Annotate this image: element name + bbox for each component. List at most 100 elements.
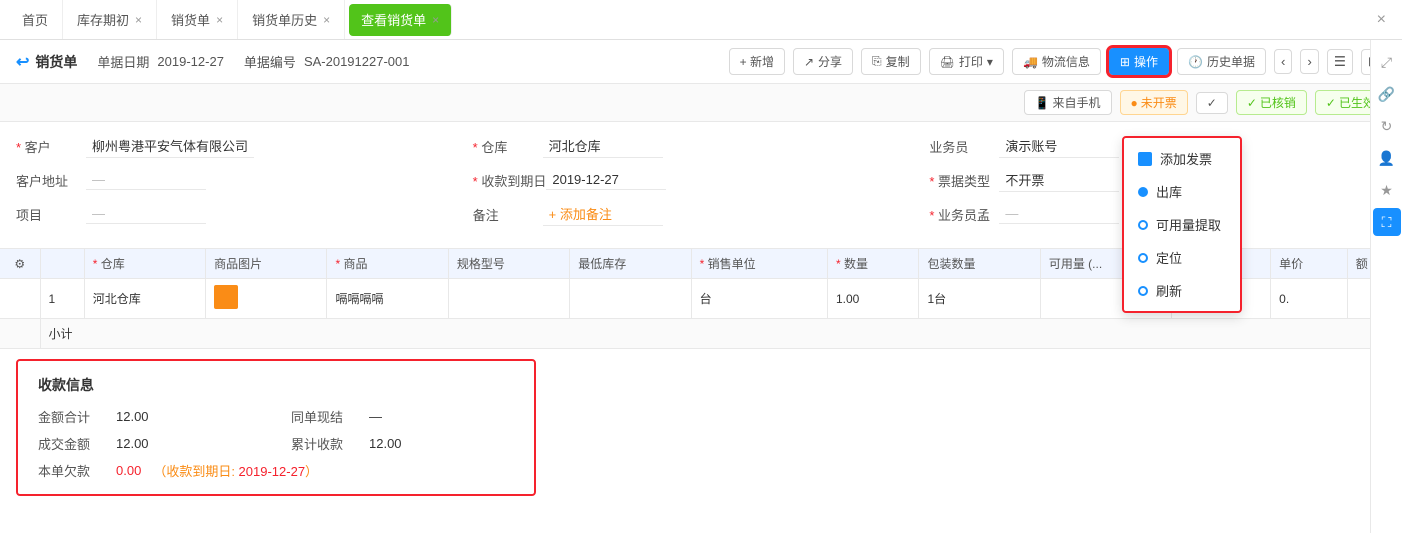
col-min-stock: 最低库存 bbox=[570, 249, 691, 279]
main-area: ↩ 销货单 单据日期 2019-12-27 单据编号 SA-20191227-0… bbox=[0, 40, 1402, 533]
phone-icon: 📱 bbox=[1035, 96, 1050, 110]
outbound-icon bbox=[1138, 187, 1148, 197]
dropdown-add-invoice[interactable]: 添加发票 bbox=[1124, 142, 1240, 175]
plus-icon: + bbox=[549, 207, 557, 222]
print-button[interactable]: 🖨 打印 ▾ bbox=[929, 48, 1004, 75]
outbound-label: 出库 bbox=[1156, 182, 1182, 201]
note-add-button[interactable]: + 添加备注 bbox=[543, 202, 663, 226]
sidebar-fullscreen-icon[interactable]: ⛶ bbox=[1373, 208, 1401, 236]
invoice-label: 票据类型 bbox=[929, 171, 999, 190]
row-num: 1 bbox=[40, 279, 84, 319]
payment-grid: 金额合计 12.00 同单现结 — 成交金额 12.00 累计收款 12.00 … bbox=[38, 407, 514, 480]
confirm-button[interactable]: ✓ bbox=[1196, 92, 1228, 114]
tab-view-sales-label: 查看销货单 bbox=[361, 10, 426, 29]
warehouse-field: 仓库 河北仓库 bbox=[473, 134, 930, 158]
tab-inventory-init[interactable]: 库存期初 × bbox=[63, 0, 157, 39]
warehouse-value: 河北仓库 bbox=[543, 134, 663, 158]
tab-bar: 首页 库存期初 × 销货单 × 销货单历史 × 查看销货单 × × bbox=[0, 0, 1402, 40]
sidebar-sync-icon[interactable]: ↻ bbox=[1373, 112, 1401, 140]
row-spec bbox=[448, 279, 569, 319]
customer-label: 客户 bbox=[16, 137, 86, 156]
payment-box: 收款信息 金额合计 12.00 同单现结 — 成交金额 12.00 累计收款 1… bbox=[16, 359, 536, 496]
project-field: 项目 — bbox=[16, 204, 473, 224]
col-settings: ⚙ bbox=[0, 249, 40, 279]
payment-same-order-value: — bbox=[369, 409, 382, 424]
sidebar-person-icon[interactable]: 👤 bbox=[1373, 144, 1401, 172]
payment-cumulative-value: 12.00 bbox=[369, 436, 402, 451]
col-product: 商品 bbox=[327, 249, 448, 279]
product-image bbox=[214, 285, 238, 309]
warehouse-label: 仓库 bbox=[473, 137, 543, 156]
tab-inventory-init-close[interactable]: × bbox=[135, 13, 142, 27]
tab-home-label: 首页 bbox=[22, 10, 48, 29]
dropdown-locate[interactable]: 定位 bbox=[1124, 241, 1240, 274]
operation-icon: ⊞ bbox=[1120, 55, 1130, 69]
row-product: 嗝嗝嗝嗝 bbox=[327, 279, 448, 319]
tab-view-sales-close[interactable]: × bbox=[432, 13, 439, 27]
refresh-icon bbox=[1138, 286, 1148, 296]
tab-sales-history[interactable]: 销货单历史 × bbox=[238, 0, 345, 39]
tab-home[interactable]: 首页 bbox=[8, 0, 63, 39]
share-button[interactable]: ↗ 分享 bbox=[793, 48, 853, 75]
payment-cumulative-label: 累计收款 bbox=[291, 434, 361, 453]
note-field: 备注 + 添加备注 bbox=[473, 202, 930, 226]
operation-button[interactable]: ⊞ 操作 bbox=[1109, 48, 1169, 75]
payment-title: 收款信息 bbox=[38, 375, 514, 395]
tab-sales-order-close[interactable]: × bbox=[216, 13, 223, 27]
tab-sales-history-label: 销货单历史 bbox=[252, 10, 317, 29]
share-icon: ↗ bbox=[804, 55, 814, 69]
address-label: 客户地址 bbox=[16, 171, 86, 190]
tab-sales-order[interactable]: 销货单 × bbox=[157, 0, 238, 39]
window-close-button[interactable]: × bbox=[1369, 11, 1394, 29]
sidebar-expand-icon[interactable]: ⤢ bbox=[1373, 48, 1401, 76]
logistics-button[interactable]: 🚚 物流信息 bbox=[1012, 48, 1101, 75]
dropdown-available-qty[interactable]: 可用量提取 bbox=[1124, 208, 1240, 241]
note-label: 备注 bbox=[473, 205, 543, 224]
doc-title-icon: ↩ bbox=[16, 52, 29, 72]
nav-next-button[interactable]: › bbox=[1300, 49, 1318, 74]
logistics-icon: 🚚 bbox=[1023, 55, 1038, 69]
view-list-button[interactable]: ☰ bbox=[1327, 49, 1353, 75]
print-dropdown-icon: ▾ bbox=[987, 55, 993, 69]
new-button[interactable]: + 新增 bbox=[729, 48, 785, 75]
doc-date-label: 单据日期 2019-12-27 bbox=[97, 52, 224, 71]
customer-value: 柳州粤港平安气体有限公司 bbox=[86, 134, 254, 158]
payment-cumulative-row: 累计收款 12.00 bbox=[291, 434, 514, 453]
nav-prev-button[interactable]: ‹ bbox=[1274, 49, 1292, 74]
dropdown-refresh[interactable]: 刷新 bbox=[1124, 274, 1240, 307]
sidebar-star-icon[interactable]: ★ bbox=[1373, 176, 1401, 204]
payment-transaction-value: 12.00 bbox=[116, 436, 149, 451]
row-qty: 1.00 bbox=[827, 279, 919, 319]
invoice-value: 不开票 bbox=[999, 168, 1119, 192]
col-warehouse: 仓库 bbox=[84, 249, 205, 279]
payment-owed-value: 0.00 bbox=[116, 463, 141, 478]
col-spec: 规格型号 bbox=[448, 249, 569, 279]
row-unit: 台 bbox=[691, 279, 827, 319]
cancelled-button[interactable]: ✓ 已核销 bbox=[1236, 90, 1307, 115]
tab-view-sales[interactable]: 查看销货单 × bbox=[349, 4, 452, 36]
dropdown-outbound[interactable]: 出库 bbox=[1124, 175, 1240, 208]
doc-meta: 单据日期 2019-12-27 单据编号 SA-20191227-001 bbox=[97, 52, 409, 71]
tab-inventory-init-label: 库存期初 bbox=[77, 10, 129, 29]
from-phone-button[interactable]: 📱 来自手机 bbox=[1024, 90, 1112, 115]
locate-label: 定位 bbox=[1156, 248, 1182, 267]
operation-dropdown: 添加发票 出库 可用量提取 定位 刷新 bbox=[1122, 136, 1242, 313]
tab-sales-order-label: 销货单 bbox=[171, 10, 210, 29]
refresh-label: 刷新 bbox=[1156, 281, 1182, 300]
available-qty-icon bbox=[1138, 220, 1148, 230]
add-invoice-icon bbox=[1138, 152, 1152, 166]
due-date-value: 2019-12-27 bbox=[546, 170, 666, 190]
project-label: 项目 bbox=[16, 205, 86, 224]
salesperson-label: 业务员孟 bbox=[929, 205, 999, 224]
effective-icon: ✓ bbox=[1326, 96, 1336, 110]
subtotal-row: 小计 bbox=[0, 319, 1402, 349]
row-warehouse: 河北仓库 bbox=[84, 279, 205, 319]
staff-label: 业务员 bbox=[929, 137, 999, 156]
history-button[interactable]: 🕐 历史单据 bbox=[1177, 48, 1266, 75]
not-open-button[interactable]: ● 未开票 bbox=[1120, 90, 1188, 115]
col-rownum bbox=[40, 249, 84, 279]
copy-button[interactable]: ⎘ 复制 bbox=[861, 48, 921, 75]
sidebar-link-icon[interactable]: 🔗 bbox=[1373, 80, 1401, 108]
doc-actions: + 新增 ↗ 分享 ⎘ 复制 🖨 打印 ▾ 🚚 物流信息 ⊞ 操作 bbox=[729, 48, 1386, 75]
tab-sales-history-close[interactable]: × bbox=[323, 13, 330, 27]
